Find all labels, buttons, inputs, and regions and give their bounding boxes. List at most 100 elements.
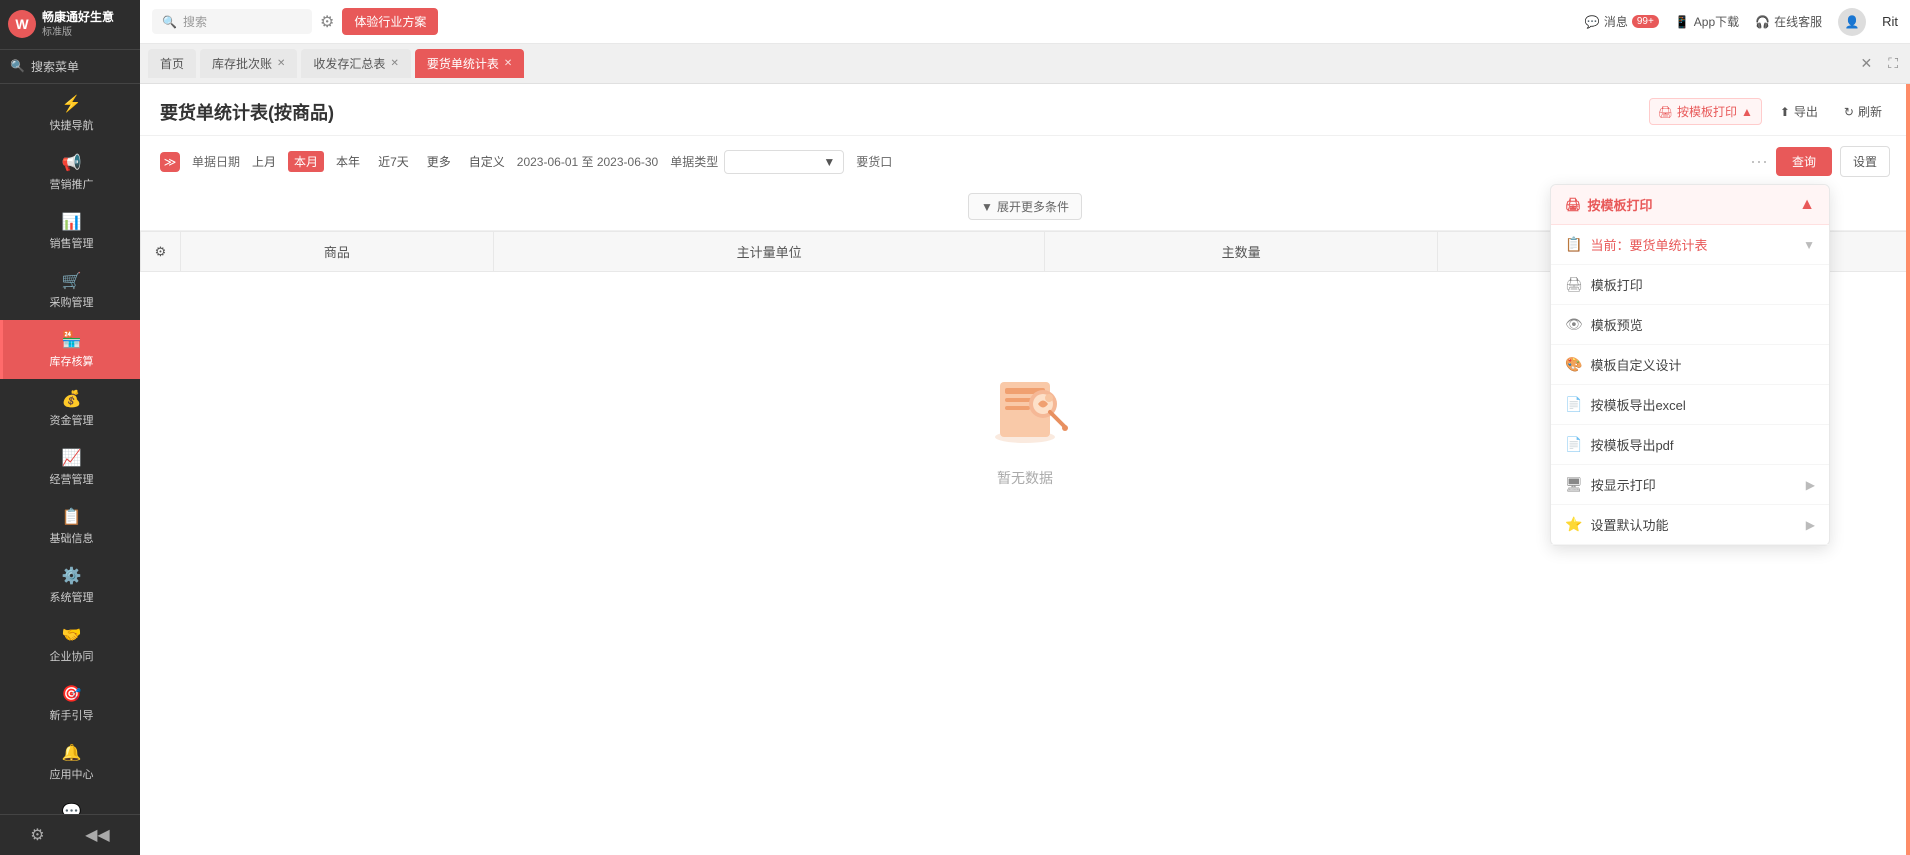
col-settings[interactable]: ⚙ xyxy=(141,232,181,272)
maximize-window-btn[interactable]: ⛶ xyxy=(1884,51,1902,76)
app-name: 畅康通好生意 xyxy=(42,10,114,26)
message-icon: 💬 xyxy=(1585,15,1600,29)
dropdown-item-template-print[interactable]: 🖨 模板打印 xyxy=(1551,265,1829,305)
template-export-pdf-icon: 📄 xyxy=(1565,436,1582,453)
dropdown-item-template-design[interactable]: 🎨 模板自定义设计 xyxy=(1551,345,1829,385)
template-preview-icon: 👁 xyxy=(1565,316,1583,333)
query-btn[interactable]: 查询 xyxy=(1776,147,1832,176)
topbar-gear-icon[interactable]: ⚙ xyxy=(320,12,334,32)
sidebar-item-enterprise[interactable]: 🤝企业协同 xyxy=(0,615,140,674)
tabbar-right: ✕ ⛶ xyxy=(1856,51,1902,76)
close-window-btn[interactable]: ✕ xyxy=(1856,51,1876,76)
sidebar-item-system[interactable]: ⚙️系统管理 xyxy=(0,556,140,615)
guide-label: 新手引导 xyxy=(50,707,94,723)
message-btn[interactable]: 💬 消息 99+ xyxy=(1585,13,1659,30)
avatar-icon: 👤 xyxy=(1845,15,1860,29)
sidebar-item-basic-info[interactable]: 📋基础信息 xyxy=(0,497,140,556)
sidebar-item-quick-nav[interactable]: ⚡快捷导航 xyxy=(0,84,140,143)
dropdown-item-display-print-left: 🖥 按显示打印 xyxy=(1565,475,1656,494)
filter-expand-btn[interactable]: ≫ xyxy=(160,152,180,172)
system-label: 系统管理 xyxy=(50,589,94,605)
sidebar-item-wechat[interactable]: 💬企业微信 xyxy=(0,792,140,814)
date-range-display: 2023-06-01 至 2023-06-30 xyxy=(517,153,658,170)
dropdown-item-template-export-pdf-left: 📄 按模板导出pdf xyxy=(1565,435,1674,454)
template-design-icon: 🎨 xyxy=(1565,356,1582,373)
set-default-arrow: ▶ xyxy=(1806,518,1815,532)
dropdown-item-template-preview-left: 👁 模板预览 xyxy=(1565,315,1643,334)
search-placeholder: 搜索 xyxy=(183,13,207,30)
print-btn-arrow: ▲ xyxy=(1741,105,1753,119)
tabbar: 首页库存批次账✕收发存汇总表✕ 要货单统计表 ✕ ✕ ⛶ xyxy=(140,44,1910,84)
tab-order-stats-label: 要货单统计表 xyxy=(427,55,499,72)
enterprise-icon: 🤝 xyxy=(62,625,82,645)
sidebar-item-inventory[interactable]: 🏪库存核算 xyxy=(0,320,140,379)
dropdown-item-set-default[interactable]: ⭐ 设置默认功能 ▶ xyxy=(1551,505,1829,545)
sidebar-nav: ⚡快捷导航📢营销推广📊销售管理🛒采购管理🏪库存核算💰资金管理 📈 经营管理 📋基础信息… xyxy=(0,84,140,814)
sidebar-item-marketing[interactable]: 📢营销推广 xyxy=(0,143,140,202)
app-logo: W 畅康通好生意 标准版 xyxy=(0,0,140,50)
tab-home[interactable]: 首页 xyxy=(148,49,196,78)
refresh-label: 刷新 xyxy=(1858,103,1882,120)
online-service-btn[interactable]: 🎧 在线客服 xyxy=(1755,13,1822,30)
filter-more-options[interactable]: ··· xyxy=(1750,151,1768,172)
export-icon: ⬆ xyxy=(1780,105,1790,119)
sidebar-item-purchase[interactable]: 🛒采购管理 xyxy=(0,261,140,320)
date-option-7days[interactable]: 近7天 xyxy=(372,151,415,172)
toolbar-actions: 🖨 按模板打印 ▲ ⬆ 导出 ↻ 刷新 xyxy=(1649,98,1890,125)
app-center-label: 应用中心 xyxy=(50,766,94,782)
display-print-label: 按显示打印 xyxy=(1591,475,1656,494)
print-template-btn[interactable]: 🖨 按模板打印 ▲ xyxy=(1649,98,1762,125)
col-goods: 商品 xyxy=(181,232,494,272)
sidebar-item-operation[interactable]: 📈 经营管理 xyxy=(0,438,140,497)
operation-label: 经营管理 xyxy=(50,471,94,487)
app-download-btn[interactable]: 📱 App下载 xyxy=(1675,13,1739,30)
dropdown-close-btn[interactable]: ▲ xyxy=(1799,196,1815,214)
bill-type-select[interactable]: ▼ xyxy=(724,150,844,174)
headset-icon: 🎧 xyxy=(1755,15,1770,29)
sidebar-item-finance[interactable]: 💰资金管理 xyxy=(0,379,140,438)
sidebar-item-guide[interactable]: 🎯新手引导 xyxy=(0,674,140,733)
resize-handle[interactable] xyxy=(1906,84,1910,855)
date-option-last-month[interactable]: 上月 xyxy=(246,151,282,172)
quick-nav-label: 快捷导航 xyxy=(50,117,94,133)
trial-btn[interactable]: 体验行业方案 xyxy=(342,8,438,35)
expand-more-btn[interactable]: ▼ 展开更多条件 xyxy=(968,193,1082,220)
dropdown-item-set-default-left: ⭐ 设置默认功能 xyxy=(1565,515,1668,534)
search-menu[interactable]: 🔍 搜索菜单 xyxy=(0,50,140,84)
dropdown-item-display-print[interactable]: 🖥 按显示打印 ▶ xyxy=(1551,465,1829,505)
settings-icon[interactable]: ⚙ xyxy=(30,825,44,845)
dropdown-item-template-export-excel[interactable]: 📄 按模板导出excel xyxy=(1551,385,1829,425)
global-search[interactable]: 🔍 搜索 xyxy=(152,9,312,34)
date-option-this-year[interactable]: 本年 xyxy=(330,151,366,172)
sidebar-item-app-center[interactable]: 🔔应用中心 xyxy=(0,733,140,792)
refresh-btn[interactable]: ↻ 刷新 xyxy=(1836,99,1890,124)
purchase-icon: 🛒 xyxy=(62,271,82,291)
operation-icon: 📈 xyxy=(62,448,82,468)
filter-actions: ··· 查询 设置 xyxy=(1750,146,1890,177)
dropdown-item-template-preview[interactable]: 👁 模板预览 xyxy=(1551,305,1829,345)
date-option-this-month[interactable]: 本月 xyxy=(288,151,324,172)
expand-label: 展开更多条件 xyxy=(997,198,1069,215)
template-design-label: 模板自定义设计 xyxy=(1590,355,1681,374)
date-option-more[interactable]: 更多 xyxy=(421,151,457,172)
tab-receipt-summary[interactable]: 收发存汇总表✕ xyxy=(301,49,410,78)
tab-order-stats-close[interactable]: ✕ xyxy=(504,58,512,69)
wechat-icon: 💬 xyxy=(62,802,82,814)
tab-order-stats[interactable]: 要货单统计表 ✕ xyxy=(415,49,524,78)
settings-btn[interactable]: 设置 xyxy=(1840,146,1890,177)
tab-receipt-summary-close[interactable]: ✕ xyxy=(390,58,398,69)
tab-batch-account-close[interactable]: ✕ xyxy=(277,58,285,69)
date-option-custom[interactable]: 自定义 xyxy=(463,151,511,172)
tab-batch-account[interactable]: 库存批次账✕ xyxy=(200,49,297,78)
dropdown-item-template-export-pdf[interactable]: 📄 按模板导出pdf xyxy=(1551,425,1829,465)
dropdown-current-template[interactable]: 📋 当前：要货单统计表 ▼ xyxy=(1551,225,1829,265)
set-default-icon: ⭐ xyxy=(1565,516,1582,533)
dropdown-printer-icon: 🖨 xyxy=(1565,197,1582,213)
template-print-label: 模板打印 xyxy=(1591,275,1643,294)
template-export-excel-label: 按模板导出excel xyxy=(1590,395,1685,414)
export-btn[interactable]: ⬆ 导出 xyxy=(1772,99,1826,124)
sound-icon[interactable]: ◀◀ xyxy=(85,825,110,845)
sidebar-item-sales[interactable]: 📊销售管理 xyxy=(0,202,140,261)
sales-label: 销售管理 xyxy=(50,235,94,251)
avatar[interactable]: 👤 xyxy=(1838,8,1866,36)
